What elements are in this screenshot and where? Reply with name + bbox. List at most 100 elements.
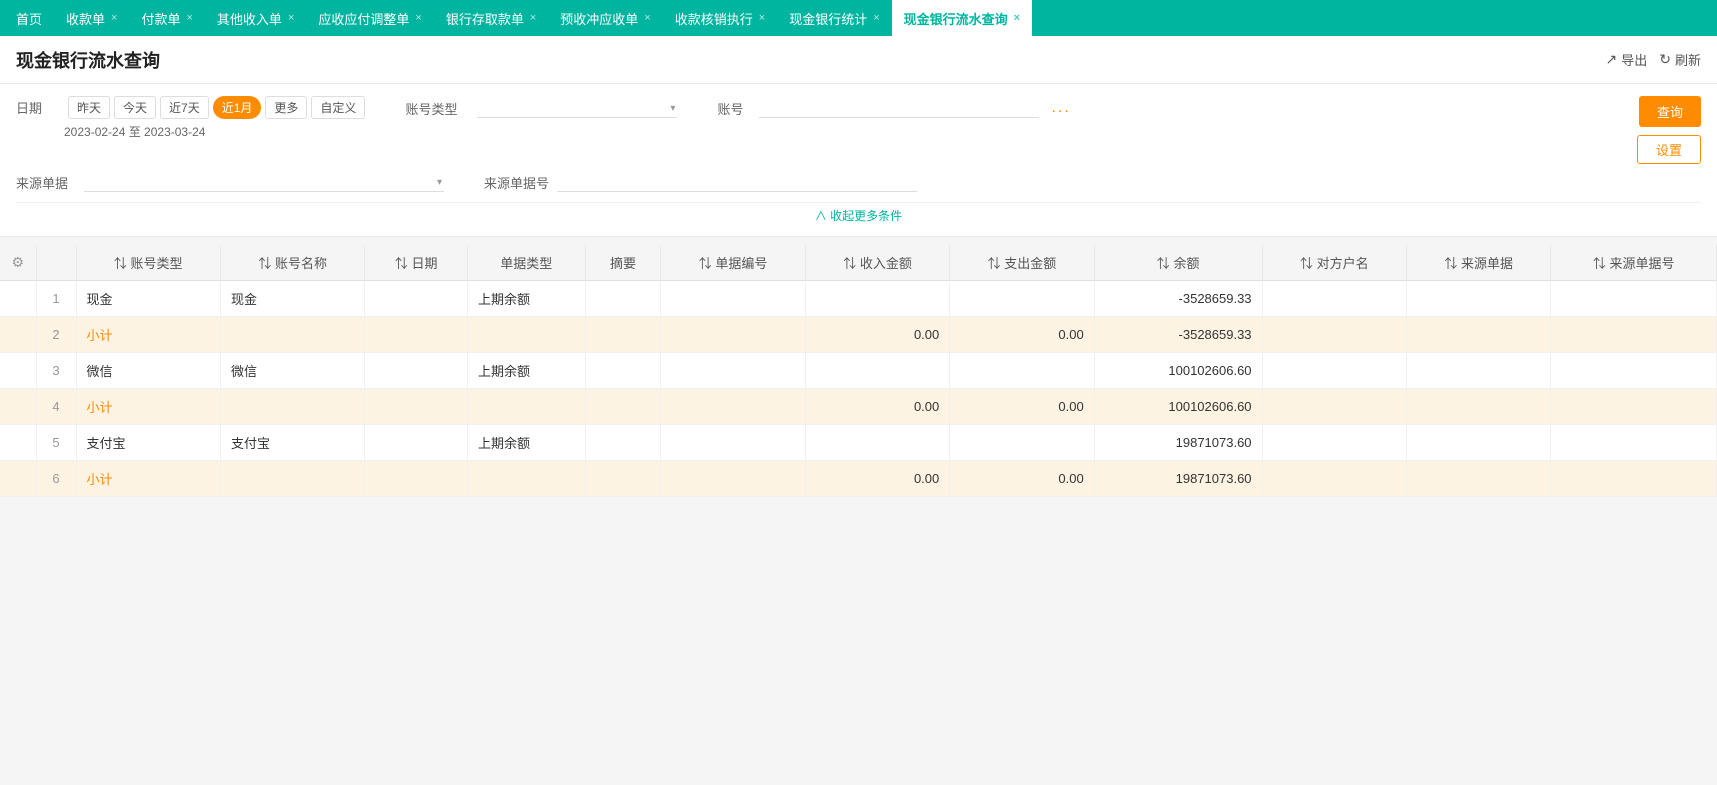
row-counterpart [1262,353,1406,389]
row-doc-type [467,389,585,425]
col-header-num [36,245,76,281]
table-row[interactable]: 5 支付宝 支付宝 上期余额 19871073.60 [0,425,1717,461]
row-income [805,281,949,317]
collapse-bar[interactable]: ∧ 收起更多条件 [16,202,1701,228]
source-doc-no-label: 来源单据号 [484,173,549,192]
row-balance: -3528659.33 [1094,317,1262,353]
query-button[interactable]: 查询 [1639,96,1701,127]
row-gear [0,281,36,317]
row-account-type: 小计 [76,317,220,353]
row-account-name: 现金 [220,281,364,317]
action-buttons: 查询 设置 [1637,96,1701,164]
close-icon[interactable]: × [530,12,536,24]
nav-collect-exec[interactable]: 收款核销执行 × [663,0,777,36]
row-source-doc-no [1551,353,1717,389]
row-summary [585,389,661,425]
row-source-doc-no [1551,425,1717,461]
page-header: 现金银行流水查询 ↗ 导出 ↻ 刷新 [0,36,1717,84]
export-icon: ↗ [1606,51,1618,68]
row-num: 4 [36,389,76,425]
close-icon[interactable]: × [873,12,879,24]
account-dots-button[interactable]: ... [1051,99,1070,117]
col-header-account-name: ⇅ 账号名称 [220,245,364,281]
row-income: 0.00 [805,317,949,353]
table-row[interactable]: 6 小计 0.00 0.00 19871073.60 [0,461,1717,497]
export-button[interactable]: ↗ 导出 [1606,50,1648,69]
row-summary [585,461,661,497]
row-source-doc [1407,461,1551,497]
nav-cash-bank-stat[interactable]: 现金银行统计 × [777,0,891,36]
table-row[interactable]: 3 微信 微信 上期余额 100102606.60 [0,353,1717,389]
settings-button[interactable]: 设置 [1637,135,1701,164]
col-header-gear: ⚙ [0,245,36,281]
nav-bank-deposit[interactable]: 银行存取款单 × [434,0,548,36]
refresh-button[interactable]: ↻ 刷新 [1659,50,1701,69]
close-icon[interactable]: × [1014,12,1020,24]
date-btn-today[interactable]: 今天 [114,96,156,119]
row-balance: 100102606.60 [1094,353,1262,389]
source-doc-select[interactable] [84,172,444,192]
table-row[interactable]: 2 小计 0.00 0.00 -3528659.33 [0,317,1717,353]
row-balance: 19871073.60 [1094,461,1262,497]
chevron-up-icon: ∧ [815,209,827,223]
row-doc-no [661,425,805,461]
date-btn-more[interactable]: 更多 [265,96,307,119]
row-source-doc [1407,389,1551,425]
row-date [365,425,468,461]
filter-area: 日期 昨天 今天 近7天 近1月 更多 自定义 2023-02-24 至 202… [0,84,1717,237]
date-btn-7days[interactable]: 近7天 [160,96,209,119]
close-icon[interactable]: × [288,12,294,24]
row-counterpart [1262,281,1406,317]
date-btn-yesterday[interactable]: 昨天 [68,96,110,119]
source-doc-no-input[interactable] [557,172,917,192]
nav-ar-ap-adjust[interactable]: 应收应付调整单 × [306,0,433,36]
row-doc-type: 上期余额 [467,425,585,461]
nav-advance-offset[interactable]: 预收冲应收单 × [548,0,662,36]
row-balance: 100102606.60 [1094,389,1262,425]
row-account-name [220,317,364,353]
row-summary [585,425,661,461]
row-date [365,389,468,425]
account-input[interactable] [759,98,1039,118]
nav-cash-bank-flow[interactable]: 现金银行流水查询 × [892,0,1032,36]
row-account-name: 微信 [220,353,364,389]
nav-payment[interactable]: 付款单 × [129,0,204,36]
row-expense [950,425,1094,461]
row-income: 0.00 [805,389,949,425]
close-icon[interactable]: × [111,12,117,24]
col-header-summary: 摘要 [585,245,661,281]
date-btn-1month[interactable]: 近1月 [213,96,262,119]
table-row[interactable]: 1 现金 现金 上期余额 -3528659.33 [0,281,1717,317]
close-icon[interactable]: × [415,12,421,24]
table-header-row: ⚙ ⇅ 账号类型 ⇅ 账号名称 ⇅ 日期 单据类型 [0,245,1717,281]
account-type-label: 账号类型 [405,99,465,118]
row-doc-no [661,353,805,389]
col-header-income: ⇅ 收入金额 [805,245,949,281]
date-btn-custom[interactable]: 自定义 [311,96,365,119]
table-row[interactable]: 4 小计 0.00 0.00 100102606.60 [0,389,1717,425]
nav-receipt[interactable]: 收款单 × [54,0,129,36]
row-account-type: 微信 [76,353,220,389]
row-counterpart [1262,389,1406,425]
row-source-doc [1407,425,1551,461]
row-date [365,353,468,389]
close-icon[interactable]: × [186,12,192,24]
close-icon[interactable]: × [644,12,650,24]
col-header-account-type: ⇅ 账号类型 [76,245,220,281]
close-icon[interactable]: × [759,12,765,24]
data-table-container: ⚙ ⇅ 账号类型 ⇅ 账号名称 ⇅ 日期 单据类型 [0,245,1717,497]
refresh-icon: ↻ [1659,51,1671,68]
row-gear [0,425,36,461]
account-label: 账号 [717,99,747,118]
nav-other-income[interactable]: 其他收入单 × [205,0,306,36]
row-date [365,317,468,353]
row-summary [585,353,661,389]
gear-icon[interactable]: ⚙ [11,254,24,270]
row-date [365,461,468,497]
row-expense: 0.00 [950,461,1094,497]
account-type-select[interactable] [477,98,677,118]
nav-home[interactable]: 首页 [4,0,54,36]
page-title: 现金银行流水查询 [16,47,160,73]
row-source-doc [1407,317,1551,353]
col-header-source-doc: ⇅ 来源单据 [1407,245,1551,281]
